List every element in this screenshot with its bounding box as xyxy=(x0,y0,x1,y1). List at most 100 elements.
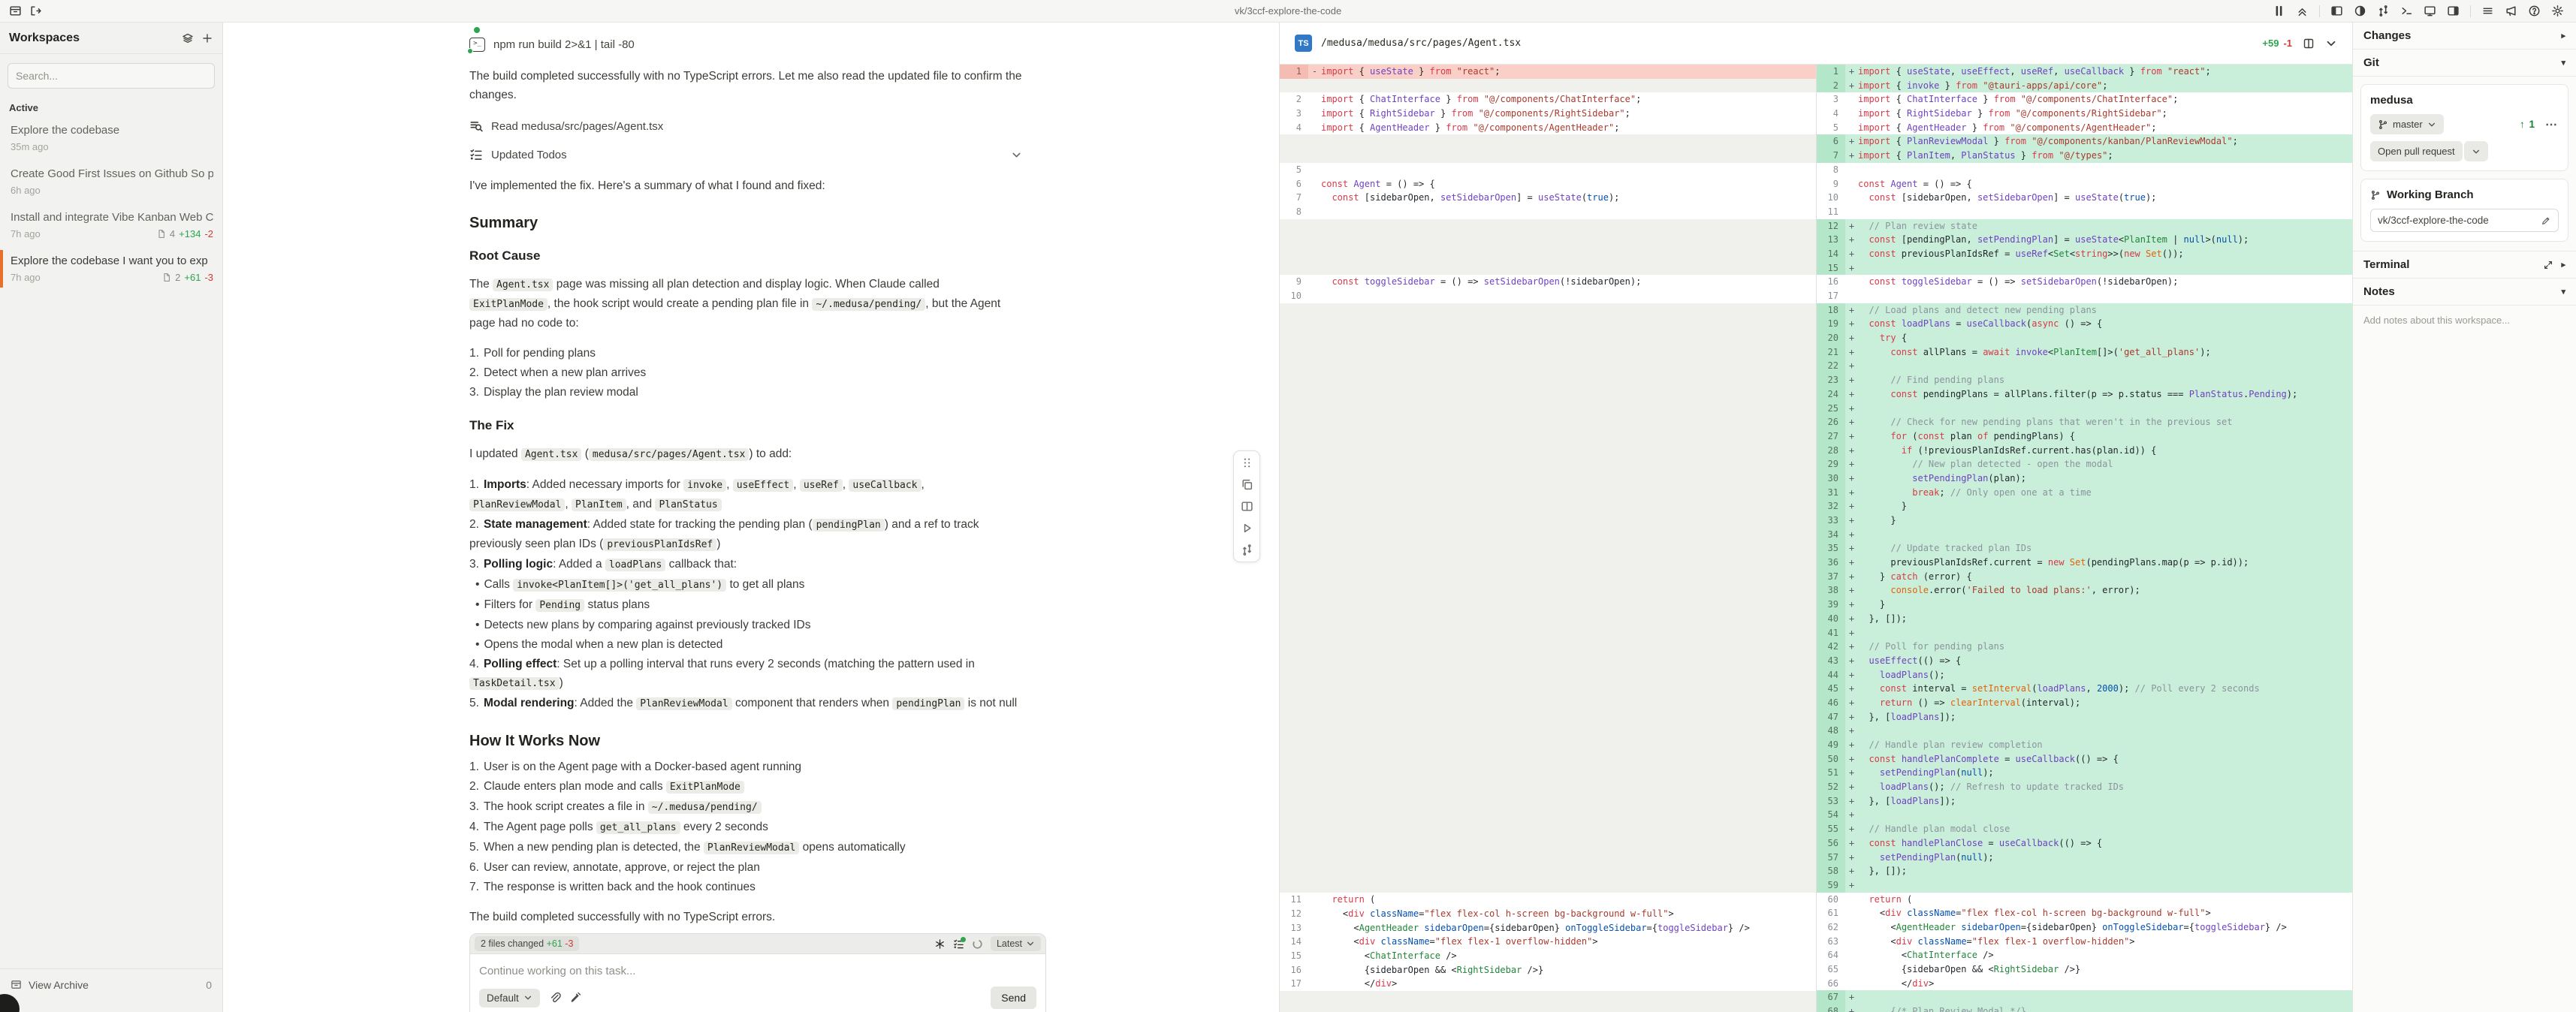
pause-icon[interactable] xyxy=(2273,5,2285,17)
added-count: +61 xyxy=(547,938,563,949)
floating-toolbar xyxy=(1233,450,1260,562)
diff-line: 24+ const pendingPlans = allPlans.filter… xyxy=(1817,387,2353,402)
diff-line: 55+ // Handle plan modal close xyxy=(1817,822,2353,836)
chevron-down-icon[interactable] xyxy=(1011,149,1022,161)
line-number: 56 xyxy=(1817,836,1845,851)
pull-request-options-button[interactable] xyxy=(2464,141,2488,161)
diff-line: 36+ previousPlanIdsRef.current = new Set… xyxy=(1817,556,2353,570)
search-input[interactable] xyxy=(8,63,215,89)
todos-status-icon[interactable] xyxy=(953,938,964,950)
attach-file-icon[interactable] xyxy=(549,992,561,1004)
send-button[interactable]: Send xyxy=(991,986,1036,1009)
section-git[interactable]: Git▾ xyxy=(2353,50,2576,77)
files-changed-chip[interactable]: 2 files changed +61 -3 xyxy=(475,936,579,951)
tool-call-row[interactable]: >_npm run build 2>&1 | tail -80 xyxy=(469,38,1022,52)
line-number: 14 xyxy=(1817,247,1845,261)
line-number: 1 xyxy=(1280,65,1308,79)
play-icon[interactable] xyxy=(1241,522,1253,535)
edit-branch-icon[interactable] xyxy=(2541,215,2551,226)
columns-icon[interactable] xyxy=(1241,500,1253,513)
workspace-item-title: Create Good First Issues on Github So p xyxy=(11,167,213,180)
tool-call-row[interactable]: Updated Todos xyxy=(469,148,1022,161)
section-changes[interactable]: Changes▸ xyxy=(2353,23,2576,50)
panel-left-icon[interactable] xyxy=(2330,5,2343,17)
settings-icon[interactable] xyxy=(2551,5,2564,17)
chat-heading: Summary xyxy=(469,215,1022,232)
inline-code: ~/.medusa/pending/ xyxy=(648,801,762,814)
diff-line: 15 <ChatInterface /> xyxy=(1280,949,1816,963)
workspace-item[interactable]: Create Good First Issues on Github So p 6… xyxy=(0,160,222,203)
working-branch-input[interactable]: vk/3ccf-explore-the-code xyxy=(2370,209,2559,232)
add-workspace-icon[interactable] xyxy=(201,32,213,44)
chat-heading: The Fix xyxy=(469,418,1022,433)
diff-spacer xyxy=(1280,79,1816,93)
model-dropdown[interactable]: Default xyxy=(479,989,540,1007)
section-terminal[interactable]: Terminal ▸ xyxy=(2353,251,2576,279)
working-branch-label: Working Branch xyxy=(2387,188,2474,201)
split-view-icon[interactable] xyxy=(2303,38,2315,50)
list-item: •Opens the modal when a new plan is dete… xyxy=(469,635,1022,654)
diff-line: 28+ if (!previousPlanIdsRef.current.has(… xyxy=(1817,444,2353,458)
diff-line: 68+ {/* Plan Review Modal */} xyxy=(1817,1004,2353,1012)
open-pull-request-button[interactable]: Open pull request xyxy=(2370,141,2463,161)
inline-code: PlanItem xyxy=(572,498,626,511)
line-number: 51 xyxy=(1817,766,1845,780)
workspace-item[interactable]: Explore the codebase I want you to exp7h… xyxy=(0,247,222,291)
diff-line: 60 return ( xyxy=(1817,893,2353,907)
app-window: vk/3ccf-explore-the-code Workspaces Acti… xyxy=(0,0,2576,1012)
workspace-item[interactable]: Install and integrate Vibe Kanban Web C7… xyxy=(0,203,222,247)
diff-new-column[interactable]: 1+import { useState, useEffect, useRef, … xyxy=(1817,65,2353,1012)
copy-icon[interactable] xyxy=(1241,478,1253,491)
line-number: 4 xyxy=(1817,107,1845,121)
line-number: 36 xyxy=(1817,556,1845,570)
collapse-up-icon[interactable] xyxy=(2296,5,2309,17)
list-item: 5.When a new pending plan is detected, t… xyxy=(469,838,1022,857)
theme-toggle-icon[interactable] xyxy=(2354,5,2366,17)
help-icon[interactable] xyxy=(2528,5,2541,17)
latest-dropdown[interactable]: Latest xyxy=(991,936,1041,951)
asterisk-icon[interactable] xyxy=(934,938,946,950)
diff-line: 18+ // Load plans and detect new pending… xyxy=(1817,303,2353,318)
expand-terminal-icon[interactable] xyxy=(2543,260,2553,270)
git-compare-icon[interactable] xyxy=(2377,5,2390,17)
line-number: 37 xyxy=(1817,570,1845,584)
megaphone-icon[interactable] xyxy=(2505,5,2517,17)
panel-right-icon[interactable] xyxy=(2447,5,2460,17)
diff-line: 4import { AgentHeader } from "@/componen… xyxy=(1280,121,1816,135)
line-number: 39 xyxy=(1817,598,1845,612)
workspace-item[interactable]: Explore the codebase35m ago xyxy=(0,116,222,160)
drag-handle-icon[interactable] xyxy=(1241,456,1253,469)
section-notes[interactable]: Notes▾ xyxy=(2353,279,2576,306)
annotate-icon[interactable] xyxy=(570,992,582,1004)
collapse-diff-icon[interactable] xyxy=(2325,38,2337,50)
inline-code: Agent.tsx xyxy=(521,448,581,461)
workspace-item-title: Explore the codebase I want you to exp xyxy=(11,255,213,267)
line-number: 58 xyxy=(1817,864,1845,878)
repo-menu-button[interactable]: ⋯ xyxy=(2545,117,2559,132)
tool-call-row[interactable]: Read medusa/src/pages/Agent.tsx xyxy=(469,119,1022,133)
line-number: 64 xyxy=(1817,948,1845,962)
view-archive-button[interactable]: View Archive 0 xyxy=(0,968,222,1000)
line-number: 41 xyxy=(1817,626,1845,640)
read-icon xyxy=(469,119,483,133)
diff-spacer xyxy=(1280,991,1816,1012)
notes-placeholder[interactable]: Add notes about this workspace... xyxy=(2353,306,2576,335)
terminal-icon[interactable] xyxy=(2400,5,2413,17)
branch-dropdown[interactable]: master xyxy=(2370,114,2444,134)
workspace-item-time: 6h ago xyxy=(11,185,41,196)
inline-code: useRef xyxy=(800,479,843,492)
chat-paragraph: I updated Agent.tsx (medusa/src/pages/Ag… xyxy=(469,444,1022,464)
chevron-down-icon xyxy=(523,993,532,1002)
window-title: vk/3ccf-explore-the-code xyxy=(0,5,2576,17)
layers-icon[interactable] xyxy=(182,32,194,44)
line-number: 16 xyxy=(1280,963,1308,977)
sign-out-icon[interactable] xyxy=(29,5,42,17)
diff-old-column[interactable]: 1-import { useState } from "react";2impo… xyxy=(1280,65,1817,1012)
message-input[interactable] xyxy=(470,954,1045,983)
diff-line: 62 <AgentHeader sidebarOpen={sidebarOpen… xyxy=(1817,920,2353,935)
archive-box-icon[interactable] xyxy=(9,5,22,17)
display-icon[interactable] xyxy=(2424,5,2436,17)
git-compare-icon[interactable] xyxy=(1241,544,1253,556)
menu-icon[interactable] xyxy=(2481,5,2494,17)
diff-line: 14 <div className="flex flex-1 overflow-… xyxy=(1280,935,1816,949)
